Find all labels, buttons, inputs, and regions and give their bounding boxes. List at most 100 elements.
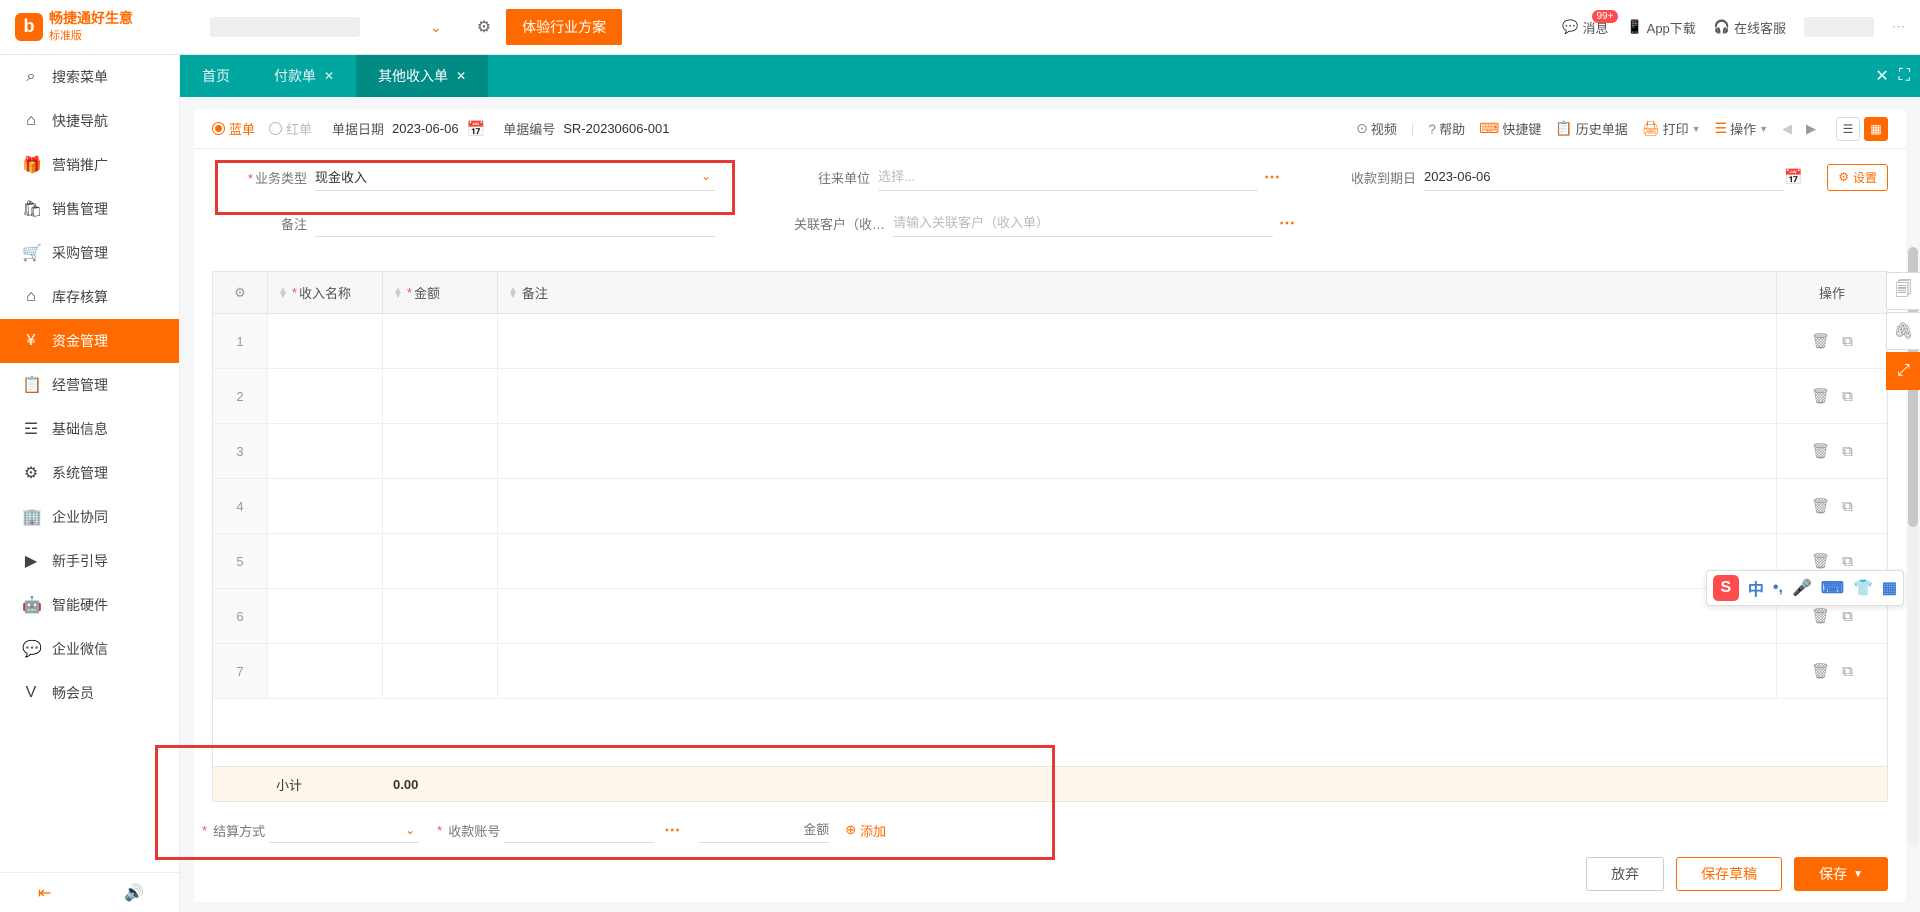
- calendar-icon[interactable]: 📅: [1784, 168, 1803, 186]
- table-row[interactable]: 2🗑⧉: [213, 369, 1887, 424]
- sidebar-item-1[interactable]: ⌂快捷导航: [0, 99, 179, 143]
- sidebar-item-6[interactable]: ¥资金管理: [0, 319, 179, 363]
- delete-icon[interactable]: 🗑: [1811, 552, 1830, 570]
- sidebar-item-9[interactable]: ⚙系统管理: [0, 451, 179, 495]
- sidebar-item-12[interactable]: 🤖智能硬件: [0, 583, 179, 627]
- related-customer-input[interactable]: [893, 209, 1273, 237]
- sound-icon[interactable]: 🔊: [90, 883, 180, 903]
- ime-keyboard-icon[interactable]: ⌨: [1821, 578, 1844, 598]
- sidebar-item-14[interactable]: V畅会员: [0, 671, 179, 715]
- float-tab-3[interactable]: ⤢: [1886, 352, 1920, 390]
- copy-icon[interactable]: ⧉: [1842, 553, 1853, 570]
- sidebar-item-2[interactable]: 🎁营销推广: [0, 143, 179, 187]
- delete-icon[interactable]: 🗑: [1811, 332, 1830, 350]
- chevron-down-icon[interactable]: ⌄: [430, 19, 442, 36]
- trial-button[interactable]: 体验行业方案: [506, 9, 622, 45]
- online-support-link[interactable]: 🎧 在线客服: [1714, 18, 1786, 37]
- delete-icon[interactable]: 🗑: [1811, 497, 1830, 515]
- sidebar-item-0[interactable]: ⌕搜索菜单: [0, 55, 179, 99]
- business-type-input[interactable]: [315, 163, 715, 191]
- ime-mic-icon[interactable]: 🎤: [1792, 578, 1812, 598]
- settle-method-input[interactable]: [269, 817, 419, 843]
- col-amount[interactable]: ▲▼*金额: [383, 272, 498, 313]
- user-menu[interactable]: [1804, 17, 1874, 37]
- ime-toolbar[interactable]: S 中 •, 🎤 ⌨ 👕 ▦: [1706, 570, 1904, 606]
- sidebar-item-8[interactable]: ☲基础信息: [0, 407, 179, 451]
- sidebar-item-13[interactable]: 💬企业微信: [0, 627, 179, 671]
- collapse-icon[interactable]: ⇤: [0, 883, 90, 903]
- table-settings-button[interactable]: ⚙: [213, 272, 268, 313]
- more-icon[interactable]: ⋯: [664, 820, 681, 840]
- settle-amount-input[interactable]: [699, 817, 829, 843]
- table-row[interactable]: 3🗑⧉: [213, 424, 1887, 479]
- doc-date-value[interactable]: 2023-06-06: [392, 121, 459, 136]
- view-list-button[interactable]: ☰: [1836, 117, 1860, 141]
- partner-input[interactable]: [878, 163, 1258, 191]
- table-row[interactable]: 7🗑⧉: [213, 644, 1887, 699]
- delete-icon[interactable]: 🗑: [1811, 442, 1830, 460]
- action-link[interactable]: ☰操作▼: [1715, 119, 1769, 138]
- save-draft-button[interactable]: 保存草稿: [1676, 857, 1782, 891]
- history-link[interactable]: 📋历史单据: [1555, 119, 1627, 138]
- calendar-icon[interactable]: 📅: [467, 120, 486, 138]
- close-icon[interactable]: ✕: [324, 69, 334, 83]
- table-row[interactable]: 1🗑⧉: [213, 314, 1887, 369]
- more-icon[interactable]: ⋯: [1264, 167, 1281, 187]
- delete-icon[interactable]: 🗑: [1811, 387, 1830, 405]
- radio-red[interactable]: 红单: [269, 119, 312, 138]
- delete-icon[interactable]: 🗑: [1811, 662, 1830, 680]
- ime-skin-icon[interactable]: 👕: [1853, 578, 1873, 598]
- copy-icon[interactable]: ⧉: [1842, 608, 1853, 625]
- settle-account-input[interactable]: [504, 817, 654, 843]
- copy-icon[interactable]: ⧉: [1842, 333, 1853, 350]
- print-link[interactable]: 🖨打印▼: [1642, 119, 1701, 138]
- company-name[interactable]: [210, 17, 360, 37]
- view-card-button[interactable]: ▦: [1864, 117, 1888, 141]
- more-icon[interactable]: ⋯: [1279, 213, 1296, 233]
- remark-input[interactable]: [315, 209, 715, 237]
- radio-blue[interactable]: 蓝单: [212, 119, 255, 138]
- float-tab-1[interactable]: 🗐: [1886, 272, 1920, 310]
- due-date-input[interactable]: [1424, 163, 1784, 191]
- tab-0[interactable]: 首页: [180, 55, 252, 97]
- copy-icon[interactable]: ⧉: [1842, 388, 1853, 405]
- more-icon[interactable]: ⋯: [1892, 19, 1905, 35]
- logo[interactable]: b 畅捷通好生意 标准版: [15, 11, 190, 42]
- sidebar-item-10[interactable]: 🏢企业协同: [0, 495, 179, 539]
- close-icon[interactable]: ✕: [456, 69, 466, 83]
- copy-icon[interactable]: ⧉: [1842, 443, 1853, 460]
- video-link[interactable]: ⊙视频: [1356, 119, 1397, 138]
- table-row[interactable]: 5🗑⧉: [213, 534, 1887, 589]
- sidebar-item-3[interactable]: 🛍销售管理: [0, 187, 179, 231]
- add-settlement-button[interactable]: ⊕添加: [845, 821, 886, 840]
- table-row[interactable]: 4🗑⧉: [213, 479, 1887, 534]
- delete-icon[interactable]: 🗑: [1811, 607, 1830, 625]
- messages-link[interactable]: 💬 消息 99+: [1562, 18, 1608, 37]
- sidebar-item-7[interactable]: 📋经营管理: [0, 363, 179, 407]
- col-income-name[interactable]: ▲▼*收入名称: [268, 272, 383, 313]
- save-button[interactable]: 保存▼: [1794, 857, 1888, 891]
- close-all-icon[interactable]: ✕: [1875, 66, 1888, 86]
- ime-grid-icon[interactable]: ▦: [1882, 578, 1897, 598]
- next-icon[interactable]: ▶: [1806, 121, 1816, 137]
- tab-2[interactable]: 其他收入单✕: [356, 55, 488, 97]
- app-download-link[interactable]: 📱 App下载: [1626, 18, 1695, 37]
- copy-icon[interactable]: ⧉: [1842, 498, 1853, 515]
- prev-icon[interactable]: ◀: [1782, 121, 1792, 137]
- tab-1[interactable]: 付款单✕: [252, 55, 356, 97]
- ime-punct-icon[interactable]: •,: [1773, 579, 1783, 597]
- discard-button[interactable]: 放弃: [1586, 857, 1664, 891]
- chevron-down-icon[interactable]: ⌄: [405, 823, 415, 837]
- help-link[interactable]: ?帮助: [1428, 119, 1465, 138]
- float-tab-2[interactable]: 🖇: [1886, 312, 1920, 350]
- gear-icon[interactable]: ⚙: [477, 17, 491, 37]
- shortcut-link[interactable]: ⌨快捷键: [1479, 119, 1541, 138]
- table-row[interactable]: 6🗑⧉: [213, 589, 1887, 644]
- fullscreen-icon[interactable]: ⛶: [1899, 67, 1910, 85]
- copy-icon[interactable]: ⧉: [1842, 663, 1853, 680]
- sidebar-item-11[interactable]: ▶新手引导: [0, 539, 179, 583]
- sidebar-item-4[interactable]: 🛒采购管理: [0, 231, 179, 275]
- chevron-down-icon[interactable]: ⌄: [701, 169, 711, 183]
- col-remark[interactable]: ▲▼备注: [498, 272, 1777, 313]
- sidebar-item-5[interactable]: ⌂库存核算: [0, 275, 179, 319]
